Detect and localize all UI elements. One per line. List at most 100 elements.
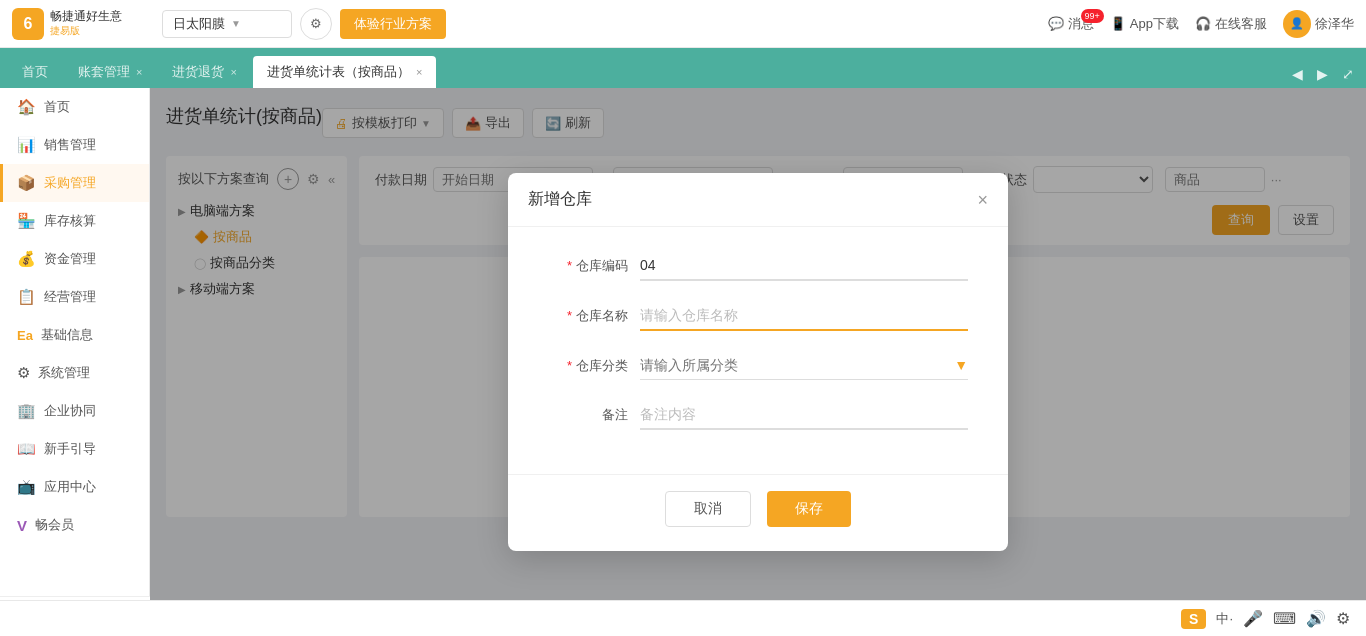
tab-account[interactable]: 账套管理 × xyxy=(64,56,156,88)
s-logo-area: S xyxy=(1181,609,1206,629)
sidebar-item-finance[interactable]: 💰 资金管理 xyxy=(0,240,149,278)
gear-icon: ⚙ xyxy=(310,16,322,31)
brand-name: 畅捷通好生意 xyxy=(50,9,122,25)
app-center-icon: 📺 xyxy=(17,478,36,496)
settings-icon-btn[interactable]: ⚙ xyxy=(300,8,332,40)
note-input[interactable] xyxy=(640,400,968,430)
app-download-label: App下载 xyxy=(1130,15,1179,33)
app-logo-icon: 6 xyxy=(12,8,44,40)
tab-expand-icon[interactable]: ⤢ xyxy=(1338,64,1358,84)
store-selector[interactable]: 日太阳膜 ▼ xyxy=(162,10,292,38)
cancel-button[interactable]: 取消 xyxy=(665,491,751,527)
sidebar-vip-label: 畅会员 xyxy=(35,516,74,534)
messages-btn[interactable]: 💬 消息 99+ xyxy=(1048,15,1094,33)
sidebar-item-home[interactable]: 🏠 首页 xyxy=(0,88,149,126)
sidebar-app-center-label: 应用中心 xyxy=(44,478,96,496)
form-row-category: 仓库分类 ▼ xyxy=(548,351,968,380)
sidebar: 🏠 首页 📊 销售管理 📦 采购管理 🏪 库存核算 💰 资金管理 📋 经营管理 … xyxy=(0,88,150,636)
logo-area: 6 畅捷通好生意 捷易版 xyxy=(12,8,162,40)
sidebar-item-enterprise[interactable]: 🏢 企业协同 xyxy=(0,392,149,430)
finance-icon: 💰 xyxy=(17,250,36,268)
sidebar-item-operation[interactable]: 📋 经营管理 xyxy=(0,278,149,316)
headset-icon: 🎧 xyxy=(1195,16,1211,31)
content-area: 进货单统计(按商品) 🖨 按模板打印 ▼ 📤 导出 🔄 刷新 xyxy=(150,88,1366,636)
sidebar-item-inventory[interactable]: 🏪 库存核算 xyxy=(0,202,149,240)
tab-purchase-return-close[interactable]: × xyxy=(230,66,236,78)
s-logo: S xyxy=(1189,611,1198,627)
note-label: 备注 xyxy=(548,406,628,424)
sidebar-finance-label: 资金管理 xyxy=(44,250,96,268)
modal-title: 新增仓库 xyxy=(528,189,592,210)
messages-badge: 99+ xyxy=(1081,9,1104,24)
user-profile-btn[interactable]: 👤 徐泽华 xyxy=(1283,10,1354,38)
save-button[interactable]: 保存 xyxy=(767,491,851,527)
tab-prev-icon[interactable]: ◀ xyxy=(1288,64,1307,84)
trial-button[interactable]: 体验行业方案 xyxy=(340,9,446,39)
modal-body: 仓库编码 仓库名称 仓库分类 ▼ xyxy=(508,227,1008,474)
online-service-label: 在线客服 xyxy=(1215,15,1267,33)
sidebar-item-purchase[interactable]: 📦 采购管理 xyxy=(0,164,149,202)
guide-icon: 📖 xyxy=(17,440,36,458)
sidebar-item-sales[interactable]: 📊 销售管理 xyxy=(0,126,149,164)
sidebar-item-basic-info[interactable]: Ea 基础信息 xyxy=(0,316,149,354)
store-name: 日太阳膜 xyxy=(173,15,225,33)
bottom-settings-icon[interactable]: ⚙ xyxy=(1336,609,1350,628)
bottom-bar: S 中· 🎤 ⌨ 🔊 ⚙ xyxy=(0,600,1366,636)
modal-header: 新增仓库 × xyxy=(508,173,1008,227)
tab-purchase-return[interactable]: 进货退货 × xyxy=(158,56,250,88)
home-icon: 🏠 xyxy=(17,98,36,116)
tab-home-label: 首页 xyxy=(22,63,48,81)
name-label: 仓库名称 xyxy=(548,307,628,325)
sidebar-item-guide[interactable]: 📖 新手引导 xyxy=(0,430,149,468)
purchase-icon: 📦 xyxy=(17,174,36,192)
new-warehouse-modal: 新增仓库 × 仓库编码 仓库名称 仓库分类 xyxy=(508,173,1008,551)
sidebar-home-label: 首页 xyxy=(44,98,70,116)
enterprise-icon: 🏢 xyxy=(17,402,36,420)
tab-stats[interactable]: 进货单统计表（按商品） × xyxy=(253,56,436,88)
volume-icon[interactable]: 🔊 xyxy=(1306,609,1326,628)
tab-stats-label: 进货单统计表（按商品） xyxy=(267,63,410,81)
tab-home[interactable]: 首页 xyxy=(8,56,62,88)
sidebar-item-app-center[interactable]: 📺 应用中心 xyxy=(0,468,149,506)
mic-icon[interactable]: 🎤 xyxy=(1243,609,1263,628)
form-row-code: 仓库编码 xyxy=(548,251,968,281)
tab-purchase-return-label: 进货退货 xyxy=(172,63,224,81)
tab-stats-close[interactable]: × xyxy=(416,66,422,78)
sidebar-operation-label: 经营管理 xyxy=(44,288,96,306)
tab-account-label: 账套管理 xyxy=(78,63,130,81)
brand-info: 畅捷通好生意 捷易版 xyxy=(50,9,122,39)
app-download-btn[interactable]: 📱 App下载 xyxy=(1110,15,1179,33)
code-label: 仓库编码 xyxy=(548,257,628,275)
basic-info-icon: Ea xyxy=(17,328,33,343)
inventory-icon: 🏪 xyxy=(17,212,36,230)
name-input[interactable] xyxy=(640,301,968,331)
sidebar-guide-label: 新手引导 xyxy=(44,440,96,458)
sidebar-system-label: 系统管理 xyxy=(38,364,90,382)
sidebar-basic-info-label: 基础信息 xyxy=(41,326,93,344)
chinese-label: 中· xyxy=(1216,610,1233,628)
online-service-btn[interactable]: 🎧 在线客服 xyxy=(1195,15,1267,33)
category-label: 仓库分类 xyxy=(548,357,628,375)
sidebar-inventory-label: 库存核算 xyxy=(44,212,96,230)
sales-icon: 📊 xyxy=(17,136,36,154)
category-dropdown-icon[interactable]: ▼ xyxy=(954,357,968,373)
tab-next-icon[interactable]: ▶ xyxy=(1313,64,1332,84)
modal-overlay: 新增仓库 × 仓库编码 仓库名称 仓库分类 xyxy=(150,88,1366,636)
category-select-row: ▼ xyxy=(640,351,968,380)
sidebar-item-vip[interactable]: V 畅会员 xyxy=(0,506,149,544)
keyboard-icon[interactable]: ⌨ xyxy=(1273,609,1296,628)
modal-close-btn[interactable]: × xyxy=(977,191,988,209)
tab-account-close[interactable]: × xyxy=(136,66,142,78)
code-input[interactable] xyxy=(640,251,968,281)
sidebar-item-system[interactable]: ⚙ 系统管理 xyxy=(0,354,149,392)
brand-sub: 捷易版 xyxy=(50,24,122,38)
username: 徐泽华 xyxy=(1315,15,1354,33)
vip-icon: V xyxy=(17,517,27,534)
dropdown-arrow-icon: ▼ xyxy=(231,18,241,29)
operation-icon: 📋 xyxy=(17,288,36,306)
system-icon: ⚙ xyxy=(17,364,30,382)
form-row-note: 备注 xyxy=(548,400,968,430)
category-input[interactable] xyxy=(640,357,954,373)
phone-icon: 📱 xyxy=(1110,16,1126,31)
tab-controls: ◀ ▶ ⤢ xyxy=(1288,64,1358,88)
